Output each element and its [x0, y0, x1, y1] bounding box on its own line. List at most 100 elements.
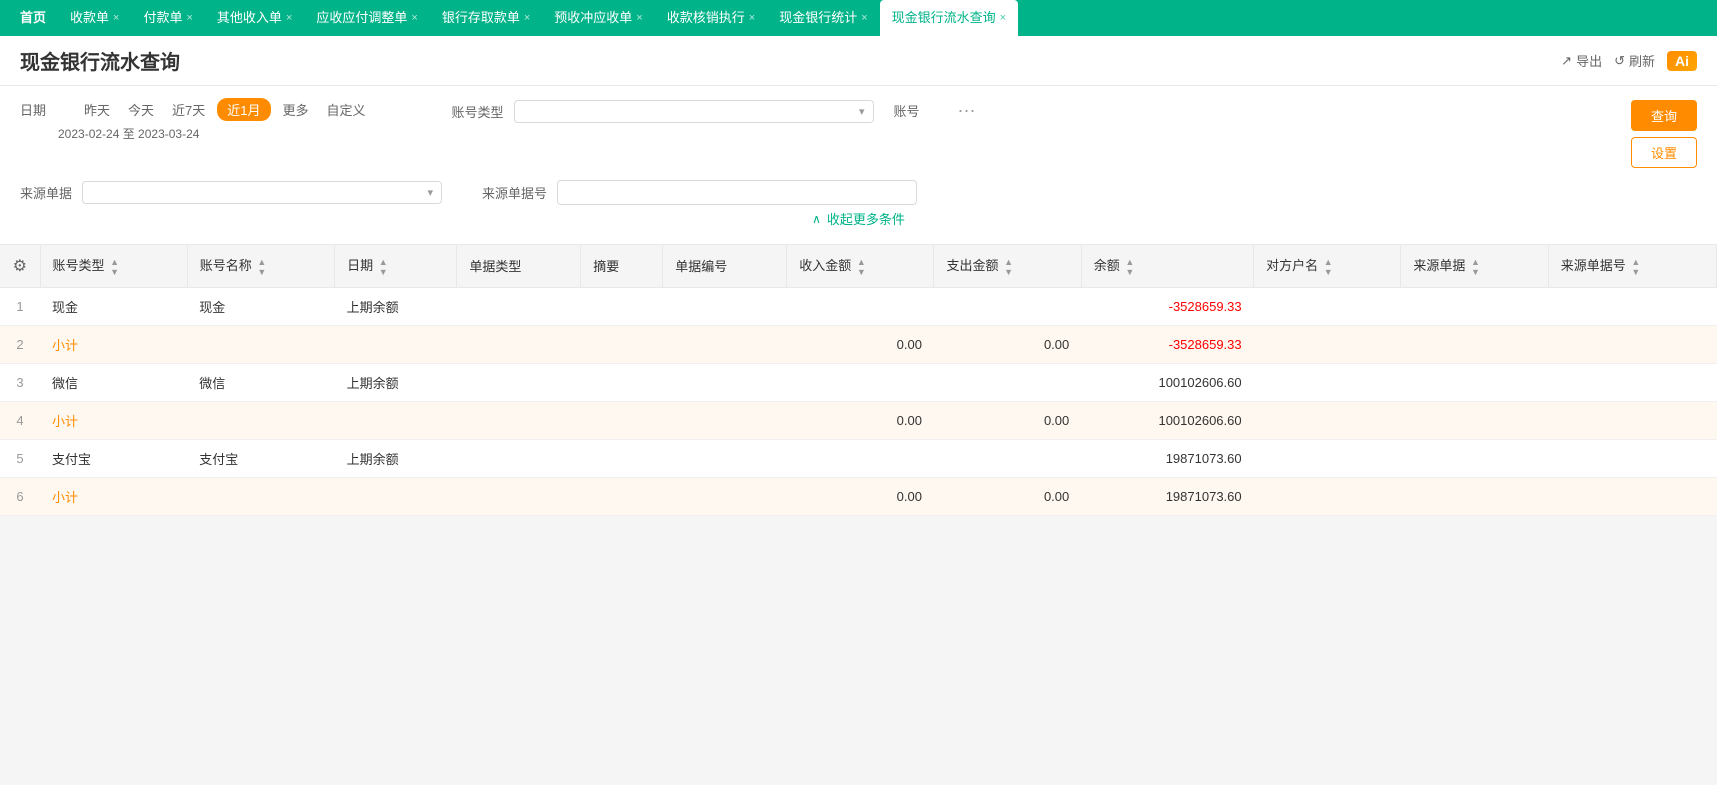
close-icon[interactable]: × [861, 0, 867, 36]
source-doc-group: 来源单据 ▾ [20, 181, 442, 204]
date-btn-yesterday[interactable]: 昨天 [78, 98, 116, 121]
close-icon[interactable]: × [1000, 0, 1006, 36]
cell-balance: -3528659.33 [1081, 325, 1253, 363]
date-btn-7days[interactable]: 近7天 [166, 98, 211, 121]
column-source-doc-num[interactable]: 来源单据号 ▲▼ [1548, 245, 1716, 287]
nav-tab-yinhangcunqu[interactable]: 银行存取款单 × [430, 0, 542, 36]
sort-icon: ▲▼ [379, 257, 388, 277]
top-navigation: 首页 收款单 × 付款单 × 其他收入单 × 应收应付调整单 × 银行存取款单 … [0, 0, 1717, 36]
close-icon[interactable]: × [286, 0, 292, 36]
nav-tab-yingshoutiaozheng[interactable]: 应收应付调整单 × [304, 0, 429, 36]
nav-tab-liushui[interactable]: 现金银行流水查询 × [880, 0, 1018, 36]
column-income[interactable]: 收入金额 ▲▼ [787, 245, 934, 287]
settings-button[interactable]: 设置 [1631, 137, 1697, 168]
column-balance[interactable]: 余额 ▲▼ [1081, 245, 1253, 287]
sort-icon: ▲▼ [1004, 257, 1013, 277]
sort-icon: ▲▼ [1125, 257, 1134, 277]
column-account-type[interactable]: 账号类型 ▲▼ [40, 245, 187, 287]
date-btn-custom[interactable]: 自定义 [321, 98, 372, 121]
gear-icon[interactable]: ⚙ [13, 258, 27, 275]
nav-tab-xianjintongji[interactable]: 现金银行统计 × [767, 0, 879, 36]
cell-date [335, 477, 457, 515]
sort-icon: ▲▼ [1471, 257, 1480, 277]
cell-summary [581, 287, 663, 325]
cell-balance: 100102606.60 [1081, 363, 1253, 401]
column-counterparty[interactable]: 对方户名 ▲▼ [1254, 245, 1401, 287]
export-button[interactable]: ↗ 导出 [1561, 51, 1602, 70]
cell-counterparty [1254, 325, 1401, 363]
column-doc-number[interactable]: 单据编号 [663, 245, 787, 287]
cell-doc-type [457, 363, 581, 401]
cell-source-doc-num [1548, 325, 1716, 363]
more-options-icon[interactable]: ··· [958, 100, 976, 121]
nav-home[interactable]: 首页 [8, 0, 58, 36]
cell-account-name: 支付宝 [187, 439, 334, 477]
cell-counterparty [1254, 287, 1401, 325]
cell-source-doc [1401, 477, 1548, 515]
nav-tab-fukuandan[interactable]: 付款单 × [131, 0, 204, 36]
refresh-button[interactable]: ↺ 刷新 [1614, 51, 1655, 70]
close-icon[interactable]: × [636, 0, 642, 36]
cell-expense [934, 439, 1081, 477]
cell-account-name [187, 401, 334, 439]
cell-expense [934, 363, 1081, 401]
cell-balance: 19871073.60 [1081, 477, 1253, 515]
column-source-doc[interactable]: 来源单据 ▲▼ [1401, 245, 1548, 287]
nav-tab-qitashouru[interactable]: 其他收入单 × [205, 0, 304, 36]
column-expense[interactable]: 支出金额 ▲▼ [934, 245, 1081, 287]
date-btn-today[interactable]: 今天 [122, 98, 160, 121]
close-icon[interactable]: × [186, 0, 192, 36]
cell-account-type: 微信 [40, 363, 187, 401]
cell-counterparty [1254, 363, 1401, 401]
data-table-container: ⚙ 账号类型 ▲▼ 账号名称 ▲▼ 日期 ▲▼ 单据类型 摘 [0, 245, 1717, 516]
cell-income [787, 439, 934, 477]
cell-date: 上期余额 [335, 439, 457, 477]
cell-source-doc-num [1548, 363, 1716, 401]
source-doc-num-input[interactable] [557, 180, 917, 205]
close-icon[interactable]: × [749, 0, 755, 36]
column-summary[interactable]: 摘要 [581, 245, 663, 287]
table-row: 2小计0.000.00-3528659.33 [0, 325, 1717, 363]
column-settings[interactable]: ⚙ [0, 245, 40, 287]
cell-source-doc-num [1548, 401, 1716, 439]
row-number: 6 [0, 477, 40, 515]
account-type-select[interactable]: ▾ [514, 100, 874, 123]
row-number: 4 [0, 401, 40, 439]
cell-summary [581, 325, 663, 363]
cell-summary [581, 477, 663, 515]
cell-doc-type [457, 287, 581, 325]
date-btn-more[interactable]: 更多 [277, 98, 315, 121]
table-row: 5支付宝支付宝上期余额19871073.60 [0, 439, 1717, 477]
row-number: 3 [0, 363, 40, 401]
cell-doc-number [663, 477, 787, 515]
query-button[interactable]: 查询 [1631, 100, 1697, 131]
date-label: 日期 [20, 100, 70, 119]
sort-icon: ▲▼ [857, 257, 866, 277]
column-date[interactable]: 日期 ▲▼ [335, 245, 457, 287]
source-doc-select[interactable]: ▾ [82, 181, 442, 204]
cell-doc-number [663, 401, 787, 439]
close-icon[interactable]: × [113, 0, 119, 36]
nav-tab-shoukuandan[interactable]: 收款单 × [58, 0, 131, 36]
close-icon[interactable]: × [411, 0, 417, 36]
column-account-name[interactable]: 账号名称 ▲▼ [187, 245, 334, 287]
row-number: 1 [0, 287, 40, 325]
cell-counterparty [1254, 401, 1401, 439]
cell-summary [581, 439, 663, 477]
close-icon[interactable]: × [524, 0, 530, 36]
ai-button[interactable]: Ai [1667, 51, 1697, 71]
date-options: 昨天 今天 近7天 近1月 更多 自定义 [78, 98, 372, 121]
account-label: 账号 [894, 101, 944, 120]
cell-account-type: 支付宝 [40, 439, 187, 477]
cell-source-doc [1401, 401, 1548, 439]
sort-icon: ▲▼ [257, 257, 266, 277]
cell-account-type: 小计 [40, 325, 187, 363]
collapse-filter-button[interactable]: ∧ 收起更多条件 [20, 205, 1697, 232]
column-doc-type[interactable]: 单据类型 [457, 245, 581, 287]
nav-tab-shoukuanhexiao[interactable]: 收款核销执行 × [655, 0, 767, 36]
source-doc-num-group: 来源单据号 [482, 180, 917, 205]
chevron-down-icon: ▾ [859, 105, 865, 118]
date-btn-1month[interactable]: 近1月 [217, 98, 270, 121]
cell-summary [581, 401, 663, 439]
nav-tab-yushouchong[interactable]: 预收冲应收单 × [542, 0, 654, 36]
